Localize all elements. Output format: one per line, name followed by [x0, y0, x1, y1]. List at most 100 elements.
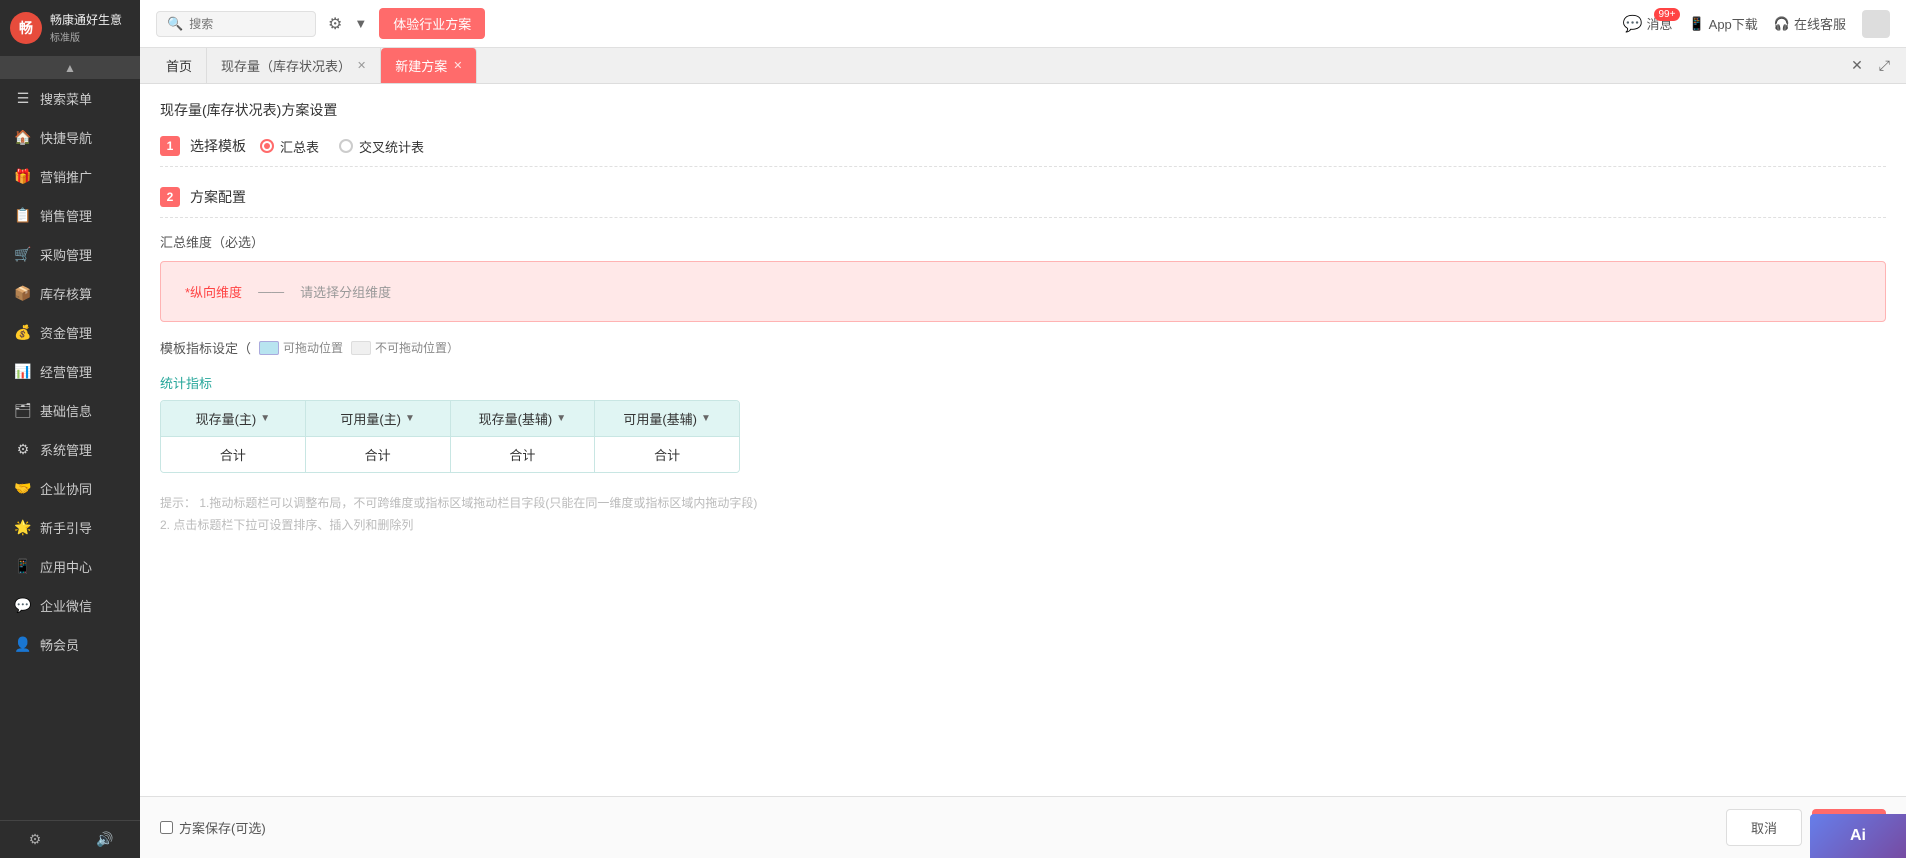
- footer: 方案保存(可选) 取消 查询: [140, 796, 1906, 858]
- marketing-label: 营销推广: [40, 167, 92, 186]
- sidebar-item-enterprise[interactable]: 🤝企业协同: [0, 469, 140, 508]
- stats-col-label-3: 可用量(基辅): [623, 409, 697, 428]
- legend-draggable: 可拖动位置: [259, 339, 343, 356]
- phone-icon: 📱: [1688, 16, 1704, 32]
- stats-col-label-1: 可用量(主): [340, 409, 401, 428]
- radio-cross-label: 交叉统计表: [359, 137, 424, 156]
- sidebar-item-search-menu[interactable]: ☰搜索菜单: [0, 79, 140, 118]
- wechat-icon: 💬: [14, 597, 32, 614]
- radio-cross-dot: [339, 139, 353, 153]
- msg-badge: 99+: [1654, 8, 1681, 21]
- radio-summary[interactable]: 汇总表: [260, 137, 319, 156]
- tab-close-icon[interactable]: ✕: [1847, 55, 1867, 76]
- indicators-label-text: 模板指标设定（: [160, 338, 251, 357]
- service-btn[interactable]: 🎧 在线客服: [1774, 14, 1846, 33]
- sidebar-item-system[interactable]: ⚙系统管理: [0, 430, 140, 469]
- content-area: 现存量(库存状况表)方案设置 1 选择模板 汇总表 交叉统计表: [140, 84, 1906, 796]
- tips-section: 提示： 1.拖动标题栏可以调整布局，不可跨维度或指标区域拖动栏目字段(只能在同一…: [160, 493, 1886, 536]
- search-menu-label: 搜索菜单: [40, 89, 92, 108]
- sidebar-sound-btn[interactable]: 🔊: [70, 821, 140, 858]
- operation-icon: 📊: [14, 363, 32, 380]
- cancel-button[interactable]: 取消: [1726, 809, 1802, 846]
- basic-info-label: 基础信息: [40, 401, 92, 420]
- dropdown-icon[interactable]: ▼: [354, 16, 367, 31]
- basic-info-icon: 🗂: [14, 402, 32, 419]
- sidebar-item-quick-nav[interactable]: 🏠快捷导航: [0, 118, 140, 157]
- enterprise-label: 企业协同: [40, 479, 92, 498]
- inventory-label: 库存核算: [40, 284, 92, 303]
- user-avatar[interactable]: [1862, 10, 1890, 38]
- msg-icon: 💬: [1623, 14, 1643, 34]
- marketing-icon: 🎁: [14, 168, 32, 185]
- new-plan-tab-close[interactable]: ✕: [453, 59, 462, 72]
- tab-expand-icon[interactable]: ⤢: [1875, 55, 1894, 76]
- section2-header: 2 方案配置: [160, 187, 1886, 218]
- sidebar-item-new-guide[interactable]: 🌟 新手引导: [0, 508, 140, 547]
- section1-num: 1: [160, 136, 180, 156]
- tabbar: 首页 现存量（库存状况表） ✕ 新建方案 ✕ ✕ ⤢: [140, 48, 1906, 84]
- app-download-btn[interactable]: 📱 App下载: [1688, 14, 1757, 33]
- tip-1: 提示： 1.拖动标题栏可以调整布局，不可跨维度或指标区域拖动栏目字段(只能在同一…: [160, 493, 1886, 515]
- save-option[interactable]: 方案保存(可选): [160, 818, 266, 837]
- ai-button[interactable]: Ai: [1810, 814, 1906, 858]
- search-input[interactable]: [189, 17, 289, 31]
- stats-header-cell-2[interactable]: 现存量(基辅)▼: [451, 401, 596, 436]
- save-checkbox[interactable]: [160, 821, 173, 834]
- dimension-placeholder[interactable]: 请选择分组维度: [300, 282, 391, 301]
- sidebar-scroll-up[interactable]: ▲: [0, 57, 140, 79]
- topbar-right: 💬 消息 99+ 📱 App下载 🎧 在线客服: [1623, 10, 1890, 38]
- inventory-icon: 📦: [14, 285, 32, 302]
- sidebar-settings-btn[interactable]: ⚙: [0, 821, 70, 858]
- save-label: 方案保存(可选): [179, 818, 266, 837]
- finance-icon: 💰: [14, 324, 32, 341]
- sidebar-item-operation[interactable]: 📊经营管理: [0, 352, 140, 391]
- sidebar-item-finance[interactable]: 💰资金管理: [0, 313, 140, 352]
- service-icon: 🎧: [1774, 16, 1790, 32]
- template-radio-group: 汇总表 交叉统计表: [260, 137, 424, 156]
- quick-nav-icon: 🏠: [14, 129, 32, 146]
- section1-header: 1 选择模板 汇总表 交叉统计表: [160, 136, 1886, 167]
- sidebar-item-basic-info[interactable]: 🗂 基础信息: [0, 391, 140, 430]
- topbar: 🔍 ⚙ ▼ 体验行业方案 💬 消息 99+ 📱 App下载 🎧 在线客服: [140, 0, 1906, 48]
- sidebar-item-marketing[interactable]: 🎁 营销推广: [0, 157, 140, 196]
- summary-dim-label: 汇总维度（必选）: [160, 232, 1886, 251]
- tab-inventory-status[interactable]: 现存量（库存状况表） ✕: [207, 48, 381, 83]
- sidebar-item-member[interactable]: 👤畅会员: [0, 625, 140, 664]
- required-marker: *纵向维度: [185, 282, 242, 301]
- stats-col-label-0: 现存量(主): [196, 409, 257, 428]
- stats-table: 现存量(主)▼可用量(主)▼现存量(基辅)▼ 可用量(基辅) ▼ 合计合计合计合计: [160, 400, 740, 473]
- stats-body-cell-2: 合计: [451, 437, 596, 472]
- stats-header-cell-1[interactable]: 可用量(主)▼: [306, 401, 451, 436]
- stats-header-cell-3[interactable]: 可用量(基辅) ▼: [595, 401, 739, 436]
- sidebar-item-wechat[interactable]: 💬 企业微信: [0, 586, 140, 625]
- new-guide-label: 新手引导: [40, 518, 92, 537]
- legend-nodrag: 不可拖动位置）: [351, 339, 459, 356]
- msg-btn[interactable]: 💬 消息 99+: [1623, 14, 1673, 34]
- sales-icon: 📋: [14, 207, 32, 224]
- tab-new-plan[interactable]: 新建方案 ✕: [381, 48, 477, 83]
- tip-2: 2. 点击标题栏下拉可设置排序、插入列和删除列: [160, 515, 1886, 537]
- stats-col-chevron-3: ▼: [701, 413, 711, 424]
- home-tab-label: 首页: [166, 56, 192, 75]
- sales-label: 销售管理: [40, 206, 92, 225]
- sidebar-item-purchase[interactable]: 🛒采购管理: [0, 235, 140, 274]
- nodrag-box: [351, 341, 371, 355]
- main-area: 🔍 ⚙ ▼ 体验行业方案 💬 消息 99+ 📱 App下载 🎧 在线客服: [140, 0, 1906, 858]
- logo-icon: 畅: [10, 12, 42, 44]
- stats-header-cell-0[interactable]: 现存量(主)▼: [161, 401, 306, 436]
- stats-body: 合计合计合计合计: [161, 436, 739, 472]
- purchase-label: 采购管理: [40, 245, 92, 264]
- tab-home[interactable]: 首页: [152, 48, 207, 83]
- new-guide-icon: 🌟: [14, 519, 32, 536]
- dimension-dash: ——: [258, 284, 284, 299]
- search-box[interactable]: 🔍: [156, 11, 316, 37]
- sidebar-item-app-center[interactable]: 📱应用中心: [0, 547, 140, 586]
- radio-cross[interactable]: 交叉统计表: [339, 137, 424, 156]
- settings-icon[interactable]: ⚙: [328, 14, 342, 34]
- sidebar-item-inventory[interactable]: 📦 库存核算: [0, 274, 140, 313]
- trial-btn[interactable]: 体验行业方案: [379, 8, 485, 39]
- sidebar-item-sales[interactable]: 📋 销售管理: [0, 196, 140, 235]
- wechat-label: 企业微信: [40, 596, 92, 615]
- inventory-tab-close[interactable]: ✕: [357, 59, 366, 72]
- app-name: 畅康通好生意: [50, 12, 122, 29]
